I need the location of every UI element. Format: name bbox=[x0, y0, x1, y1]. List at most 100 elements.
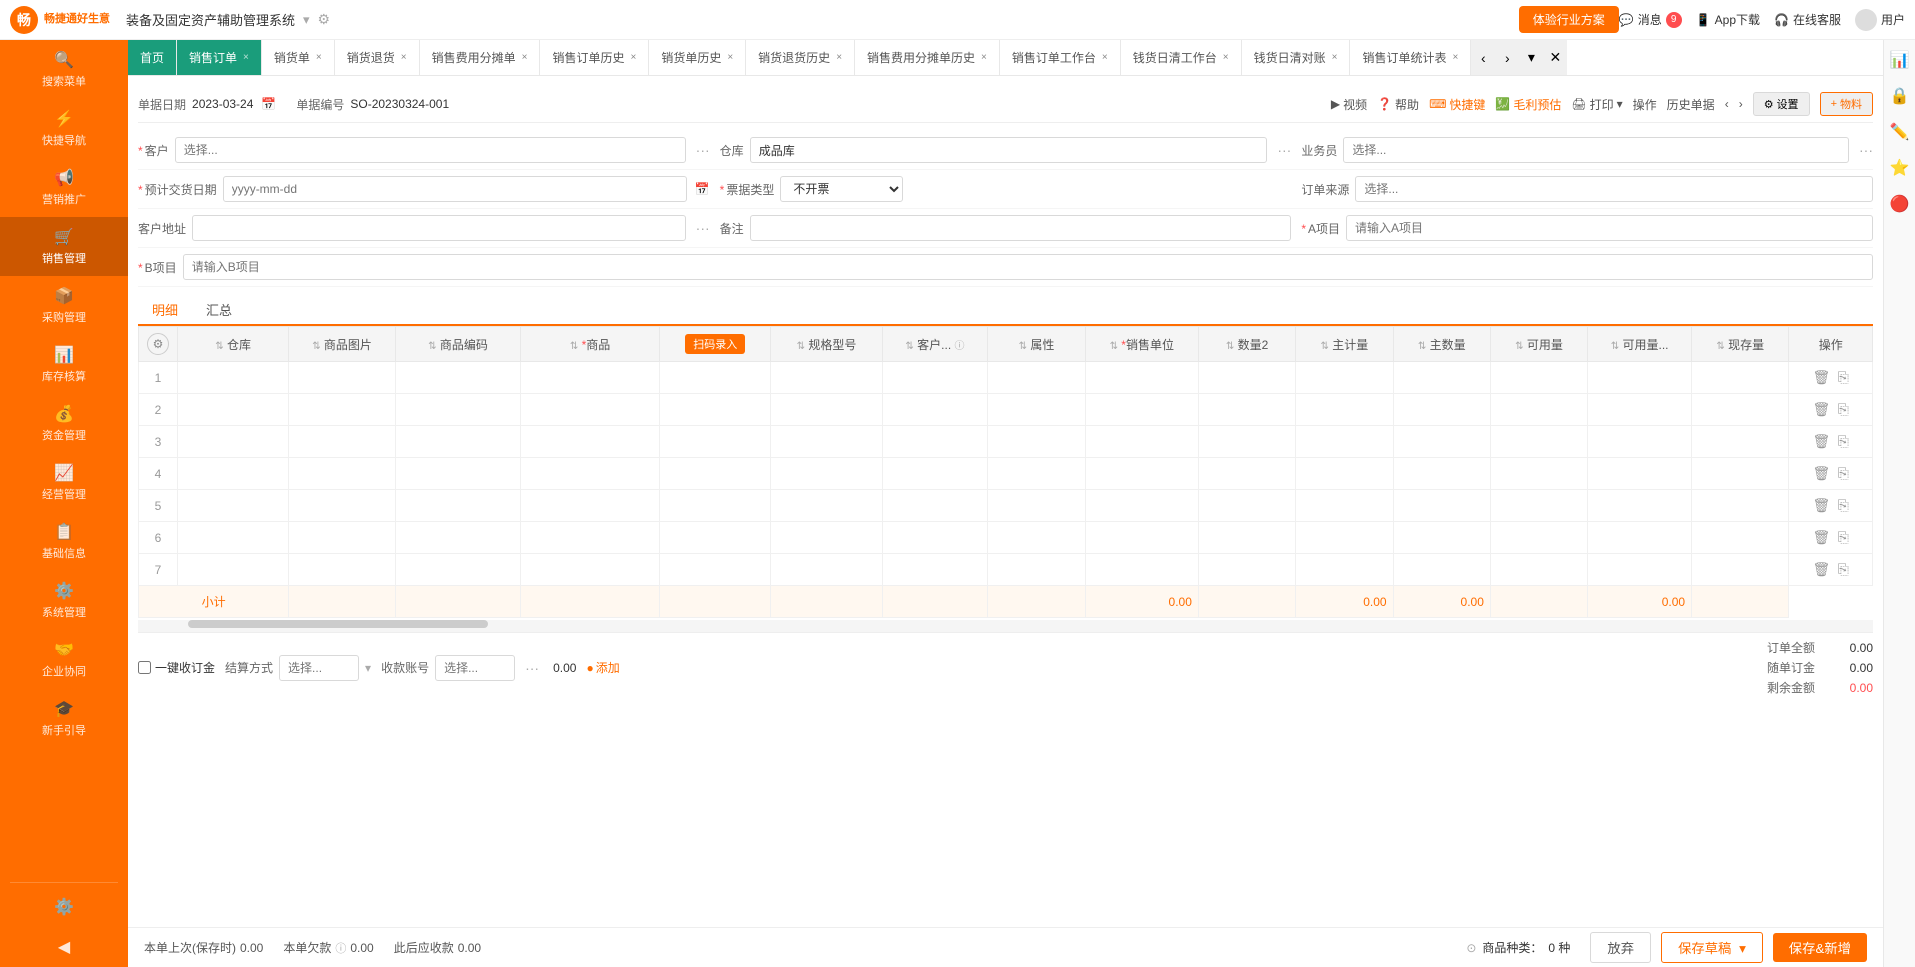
save-draft-button[interactable]: 保存草稿 ▾ bbox=[1661, 932, 1763, 963]
customer-input[interactable] bbox=[175, 137, 686, 163]
tab-money-reconcile-close[interactable]: × bbox=[1332, 52, 1338, 63]
right-tool-chart-icon[interactable]: 📊 bbox=[1890, 50, 1910, 70]
single-no-value[interactable]: SO-20230324-001 bbox=[350, 97, 449, 111]
settings-btn[interactable]: ⚙ 设置 bbox=[1753, 92, 1810, 116]
print-dropdown-icon[interactable]: ▾ bbox=[1617, 97, 1623, 111]
help-button[interactable]: ❓ 帮助 bbox=[1377, 96, 1419, 113]
col-header-settings[interactable]: ⚙ bbox=[139, 327, 178, 362]
row-3-delete-icon[interactable]: 🗑 bbox=[1813, 433, 1831, 449]
row-1-qty2[interactable] bbox=[1198, 362, 1295, 394]
scan-button[interactable]: 扫码录入 bbox=[685, 334, 745, 354]
one-click-deposit-label[interactable]: 一键收订金 bbox=[138, 659, 215, 676]
row-3-code[interactable] bbox=[395, 426, 520, 458]
add-payment-button[interactable]: ● 添加 bbox=[586, 659, 619, 676]
col-header-warehouse[interactable]: ⇅ 仓库 bbox=[178, 327, 289, 362]
tab-sales-order[interactable]: 销售订单 × bbox=[177, 40, 262, 76]
tab-return-history[interactable]: 销货单历史 × bbox=[649, 40, 746, 76]
sidebar-item-sales[interactable]: 🛒 销售管理 bbox=[0, 217, 128, 276]
tab-detail[interactable]: 明细 bbox=[138, 295, 192, 326]
dropdown-icon[interactable]: ▾ bbox=[303, 12, 310, 28]
tab-sales-summary[interactable]: 销售订单统计表 × bbox=[1350, 40, 1471, 76]
customer-addr-input[interactable] bbox=[192, 215, 686, 241]
staff-input[interactable] bbox=[1343, 137, 1849, 163]
row-2-copy-icon[interactable]: ⎘ bbox=[1838, 401, 1849, 417]
row-1-spec[interactable] bbox=[771, 362, 882, 394]
tab-refund-history-close[interactable]: × bbox=[836, 52, 842, 63]
delivery-calendar-icon[interactable]: 📅 bbox=[695, 182, 710, 196]
row-1-main-qty[interactable] bbox=[1393, 362, 1490, 394]
col-header-scan[interactable]: 扫码录入 bbox=[660, 327, 771, 362]
tab-sales-return[interactable]: 销货单 × bbox=[262, 40, 335, 76]
row-4-copy-icon[interactable]: ⎘ bbox=[1838, 465, 1849, 481]
prev-record-button[interactable]: ‹ bbox=[1725, 97, 1729, 111]
row-2-attr[interactable] bbox=[988, 394, 1085, 426]
row-2-unit[interactable] bbox=[1085, 394, 1198, 426]
sidebar-item-search[interactable]: 🔍 搜索菜单 bbox=[0, 40, 128, 99]
sidebar-item-system[interactable]: ⚙️ 系统管理 bbox=[0, 571, 128, 630]
row-2-qty2[interactable] bbox=[1198, 394, 1295, 426]
tab-sales-refund-close[interactable]: × bbox=[401, 52, 407, 63]
row-3-unit[interactable] bbox=[1085, 426, 1198, 458]
tab-sales-refund[interactable]: 销货退货 × bbox=[335, 40, 420, 76]
tab-sales-workbench-close[interactable]: × bbox=[1102, 52, 1108, 63]
sidebar-item-guide[interactable]: 🎓 新手引导 bbox=[0, 689, 128, 748]
col-settings-icon[interactable]: ⚙ bbox=[147, 333, 169, 355]
industry-plan-button[interactable]: 体验行业方案 bbox=[1519, 6, 1619, 33]
col-header-stock[interactable]: ⇅ 现存量 bbox=[1692, 327, 1789, 362]
message-button[interactable]: 💬 消息 9 bbox=[1619, 11, 1682, 28]
tab-more-button[interactable]: ▾ bbox=[1519, 40, 1543, 76]
col-header-image[interactable]: ⇅ 商品图片 bbox=[289, 327, 396, 362]
next-record-button[interactable]: › bbox=[1739, 97, 1743, 111]
tab-expense-history-close[interactable]: × bbox=[981, 52, 987, 63]
tab-expense-history[interactable]: 销售费用分摊单历史 × bbox=[855, 40, 1000, 76]
tab-sales-return-close[interactable]: × bbox=[316, 52, 322, 63]
save-new-button[interactable]: 保存&新增 bbox=[1773, 933, 1867, 962]
row-2-product[interactable] bbox=[521, 394, 660, 426]
row-3-spec[interactable] bbox=[771, 426, 882, 458]
warehouse-ellipsis[interactable]: ··· bbox=[1277, 142, 1291, 158]
b-project-input[interactable] bbox=[183, 254, 1873, 280]
tab-sales-expense-close[interactable]: × bbox=[522, 52, 528, 63]
row-3-qty2[interactable] bbox=[1198, 426, 1295, 458]
col-header-main-unit[interactable]: ⇅ 主计量 bbox=[1296, 327, 1393, 362]
tab-money-daily-close[interactable]: × bbox=[1223, 52, 1229, 63]
sidebar-item-operations[interactable]: 📈 经营管理 bbox=[0, 453, 128, 512]
single-date-value[interactable]: 2023-03-24 bbox=[192, 97, 253, 111]
col-header-code[interactable]: ⇅ 商品编码 bbox=[395, 327, 520, 362]
row-5-delete-icon[interactable]: 🗑 bbox=[1813, 497, 1831, 513]
save-draft-dropdown-icon[interactable]: ▾ bbox=[1739, 941, 1746, 956]
col-header-product[interactable]: ⇅ *商品 bbox=[521, 327, 660, 362]
operate-button[interactable]: 操作 bbox=[1633, 96, 1657, 113]
tab-summary[interactable]: 汇总 bbox=[192, 295, 246, 324]
row-2-main-qty[interactable] bbox=[1393, 394, 1490, 426]
profit-button[interactable]: 💹 毛利预估 bbox=[1495, 96, 1561, 113]
row-2-delete-icon[interactable]: 🗑 bbox=[1813, 401, 1831, 417]
tab-money-reconcile[interactable]: 钱货日清对账 × bbox=[1242, 40, 1351, 76]
sidebar-item-marketing[interactable]: 📢 营销推广 bbox=[0, 158, 128, 217]
row-2-customer-code[interactable] bbox=[882, 394, 988, 426]
tab-sales-history-close[interactable]: × bbox=[630, 52, 636, 63]
col-header-spec[interactable]: ⇅ 规格型号 bbox=[771, 327, 882, 362]
add-material-btn[interactable]: + 物料 bbox=[1820, 92, 1873, 116]
tab-sales-workbench[interactable]: 销售订单工作台 × bbox=[1000, 40, 1121, 76]
col-header-main-qty[interactable]: ⇅ 主数量 bbox=[1393, 327, 1490, 362]
row-3-warehouse[interactable] bbox=[178, 426, 289, 458]
sidebar-item-basic-info[interactable]: 📋 基础信息 bbox=[0, 512, 128, 571]
warehouse-input[interactable] bbox=[750, 137, 1268, 163]
col-header-unit[interactable]: ⇅ *销售单位 bbox=[1085, 327, 1198, 362]
invoice-select[interactable]: 不开票 增值税专用发票 增值税普通发票 bbox=[780, 176, 903, 202]
row-6-delete-icon[interactable]: 🗑 bbox=[1813, 529, 1831, 545]
right-tool-lock-icon[interactable]: 🔒 bbox=[1890, 86, 1910, 106]
receipt-no-input[interactable] bbox=[435, 655, 515, 681]
row-1-product[interactable] bbox=[521, 362, 660, 394]
col-header-qty2[interactable]: ⇅ 数量2 bbox=[1198, 327, 1295, 362]
col-header-avail2[interactable]: ⇅ 可用量... bbox=[1588, 327, 1692, 362]
sidebar-item-finance[interactable]: 💰 资金管理 bbox=[0, 394, 128, 453]
row-3-product[interactable] bbox=[521, 426, 660, 458]
gear-icon[interactable]: ⚙ bbox=[318, 11, 331, 28]
one-click-deposit-checkbox[interactable] bbox=[138, 661, 151, 674]
row-3-copy-icon[interactable]: ⎘ bbox=[1838, 433, 1849, 449]
payment-method-input[interactable] bbox=[279, 655, 359, 681]
customer-ellipsis[interactable]: ··· bbox=[696, 142, 710, 158]
right-tool-edit-icon[interactable]: ✏️ bbox=[1890, 122, 1910, 142]
